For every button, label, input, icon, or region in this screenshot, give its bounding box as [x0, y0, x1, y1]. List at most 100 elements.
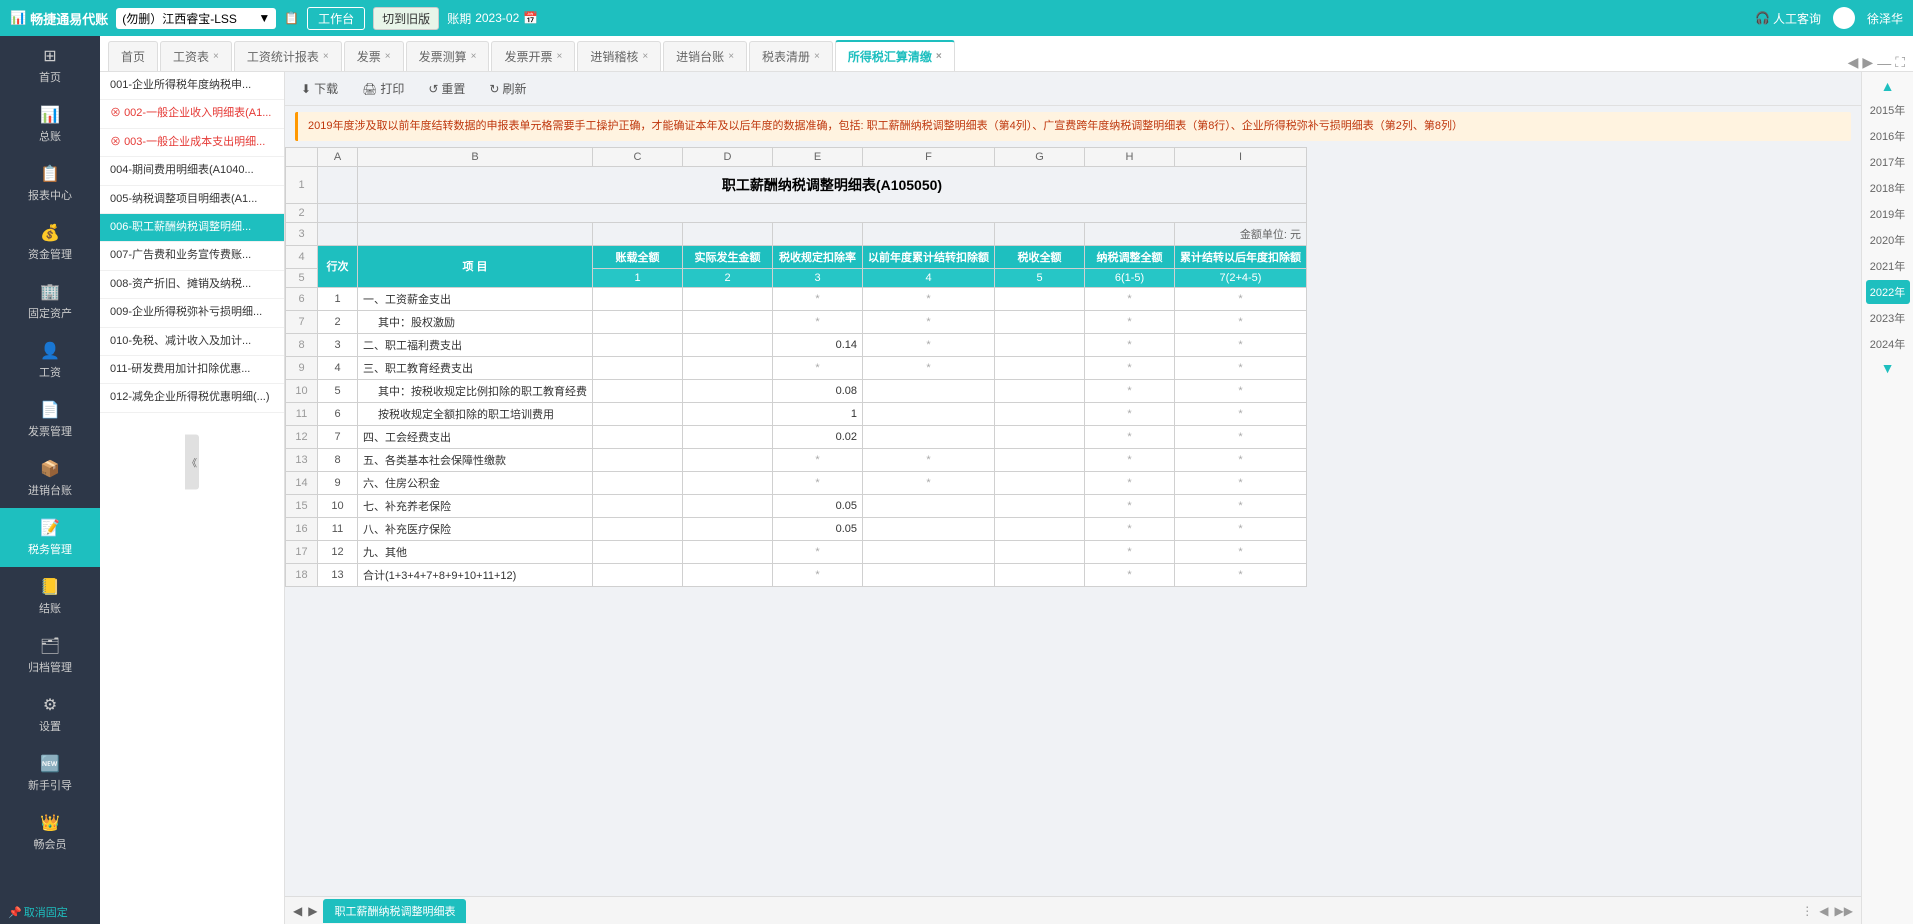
tab-tax-close[interactable]: × [814, 51, 820, 62]
sidebar-label-salary: 工资 [39, 364, 61, 380]
sheet-options-icon[interactable]: ⋮ [1801, 904, 1813, 918]
year-2022[interactable]: 2022年 [1866, 280, 1910, 304]
brand-icon: 📊 [10, 10, 26, 26]
year-2020[interactable]: 2020年 [1866, 228, 1910, 252]
download-button[interactable]: ⬇ 下载 [295, 78, 344, 99]
tab-ledger-close[interactable]: × [728, 51, 734, 62]
workbench-button[interactable]: 工作台 [307, 7, 365, 30]
sidebar-item-home[interactable]: ⊞ 首页 [0, 36, 100, 95]
header-f: 以前年度累计结转扣除额 [863, 245, 995, 268]
refresh-icon: ↻ [489, 82, 499, 96]
sidebar-item-guide[interactable]: 🆕 新手引导 [0, 744, 100, 803]
tab-salary-table[interactable]: 工资表 × [160, 41, 232, 71]
top-bar: 📊 畅捷通易代账 (勿删）江西睿宝-LSS ▼ 📋 工作台 切到旧版 账期 20… [0, 0, 1913, 36]
form-list-item-004[interactable]: 004-期间费用明细表(A1040... [100, 157, 284, 185]
print-button[interactable]: 🖨 打印 [356, 78, 410, 99]
prev-sheet-icon[interactable]: ◀ [293, 904, 302, 918]
form-list-item-010[interactable]: 010-免税、减计收入及加计... [100, 328, 284, 356]
sidebar-item-close[interactable]: 📒 结账 [0, 567, 100, 626]
sidebar-item-reports[interactable]: 📋 报表中心 [0, 154, 100, 213]
tab-next-icon[interactable]: ▶ [1862, 54, 1873, 71]
sheet-tab-active[interactable]: 职工薪酬纳税调整明细表 [323, 899, 466, 923]
sidebar-item-purchase-sales[interactable]: 📦 进销台账 [0, 449, 100, 508]
sidebar-item-settings[interactable]: ⚙ 设置 [0, 685, 100, 744]
cancel-fixed-button[interactable]: 📌 取消固定 [0, 900, 100, 924]
tab-ledger[interactable]: 进销台账 × [663, 41, 747, 71]
close-accounts-icon: 📒 [40, 577, 60, 597]
year-scroll-down[interactable]: ▼ [1879, 358, 1897, 378]
form-list-item-011[interactable]: 011-研发费用加计扣除优惠... [100, 356, 284, 384]
window-max-icon[interactable]: ⛶ [1895, 54, 1905, 71]
year-2015[interactable]: 2015年 [1866, 98, 1910, 122]
form-list-item-003[interactable]: 003-一般企业成本支出明细... [100, 129, 284, 157]
sidebar-item-archive[interactable]: 🗂 归档管理 [0, 626, 100, 685]
tab-tax-annual-label: 所得税汇算清缴 [848, 48, 932, 65]
tab-audit[interactable]: 进销稽核 × [577, 41, 661, 71]
tab-invoice-calc[interactable]: 发票测算 × [406, 41, 490, 71]
sidebar-item-invoice[interactable]: 📄 发票管理 [0, 390, 100, 449]
tab-salary-close[interactable]: × [213, 51, 219, 62]
reports-icon: 📋 [40, 164, 60, 184]
sidebar-item-funds[interactable]: 💰 资金管理 [0, 213, 100, 272]
col-A: A [318, 147, 358, 166]
form-list-item-009[interactable]: 009-企业所得税弥补亏损明细... [100, 299, 284, 327]
guide-icon: 🆕 [40, 754, 60, 774]
form-list-item-007[interactable]: 007-广告费和业务宣传费账... [100, 242, 284, 270]
year-2023[interactable]: 2023年 [1866, 306, 1910, 330]
col-C: C [593, 147, 683, 166]
sidebar-item-salary[interactable]: 👤 工资 [0, 331, 100, 390]
tab-invoice-open-close[interactable]: × [556, 51, 562, 62]
tab-invoice-open[interactable]: 发票开票 × [491, 41, 575, 71]
tab-invoice[interactable]: 发票 × [344, 41, 404, 71]
scroll-right-icon[interactable]: ▶▶ [1835, 904, 1853, 918]
form-list-item-002[interactable]: 002-一般企业收入明细表(A1... [100, 100, 284, 128]
form-list-item-006[interactable]: 006-职工薪酬纳税调整明细... [100, 214, 284, 242]
year-2018[interactable]: 2018年 [1866, 176, 1910, 200]
year-2019[interactable]: 2019年 [1866, 202, 1910, 226]
header-seq: 行次 [318, 245, 358, 287]
pin-icon: 📌 [8, 906, 22, 919]
sidebar-label-assets: 固定资产 [28, 305, 72, 321]
sidebar-item-tax[interactable]: 📝 税务管理 [0, 508, 100, 567]
tab-tax-annual[interactable]: 所得税汇算清缴 × [835, 40, 955, 71]
year-2016[interactable]: 2016年 [1866, 124, 1910, 148]
sidebar-label-close: 结账 [39, 600, 61, 616]
old-version-button[interactable]: 切到旧版 [373, 7, 439, 30]
refresh-button[interactable]: ↻ 刷新 [483, 78, 532, 99]
tab-salary-report[interactable]: 工资统计报表 × [234, 41, 342, 71]
header-e: 税收规定扣除率 [773, 245, 863, 268]
year-2017[interactable]: 2017年 [1866, 150, 1910, 174]
tab-tax-annual-close[interactable]: × [936, 51, 942, 62]
form-list-item-005[interactable]: 005-纳税调整项目明细表(A1... [100, 186, 284, 214]
user-name: 徐泽华 [1867, 10, 1903, 27]
window-min-icon[interactable]: — [1877, 55, 1891, 71]
panel-collapse-btn[interactable]: 《 [185, 435, 199, 490]
scroll-left-icon[interactable]: ◀ [1819, 904, 1828, 918]
grid-wrapper[interactable]: A B C D E F G H I [285, 147, 1861, 897]
tab-salary-report-close[interactable]: × [323, 51, 329, 62]
reset-button[interactable]: ↺ 重置 [422, 78, 471, 99]
year-2024[interactable]: 2024年 [1866, 332, 1910, 356]
form-list-item-008[interactable]: 008-资产折旧、摊销及纳税... [100, 271, 284, 299]
table-row: 7 2 其中：股权激励 * * * * [286, 310, 1307, 333]
next-sheet-icon[interactable]: ▶ [308, 904, 317, 918]
tab-prev-icon[interactable]: ◀ [1848, 54, 1859, 71]
sidebar-item-vip[interactable]: 👑 畅会员 [0, 803, 100, 862]
tab-invoice-close[interactable]: × [385, 51, 391, 62]
sidebar-item-ledger[interactable]: 📊 总账 [0, 95, 100, 154]
year-scroll-up[interactable]: ▲ [1879, 76, 1897, 96]
form-list-item-012[interactable]: 012-减免企业所得税优惠明细(...) [100, 384, 284, 412]
sheet-bottom-bar: ◀ ▶ 职工薪酬纳税调整明细表 ⋮ ◀ ▶▶ [285, 896, 1861, 924]
sidebar: ⊞ 首页 📊 总账 📋 报表中心 💰 资金管理 🏢 固定资产 👤 工资 📄 发票… [0, 36, 100, 924]
year-2021[interactable]: 2021年 [1866, 254, 1910, 278]
tab-audit-close[interactable]: × [642, 51, 648, 62]
form-list-item-001[interactable]: 001-企业所得税年度纳税申... [100, 72, 284, 100]
company-selector[interactable]: (勿删）江西睿宝-LSS ▼ [116, 8, 276, 29]
sidebar-item-assets[interactable]: 🏢 固定资产 [0, 272, 100, 331]
tab-home[interactable]: 首页 [108, 41, 158, 71]
support-btn[interactable]: 🎧 人工客询 [1755, 10, 1821, 27]
tab-invoice-calc-close[interactable]: × [471, 51, 477, 62]
tab-tax-table[interactable]: 税表清册 × [749, 41, 833, 71]
header-h: 纳税调整全额 [1085, 245, 1175, 268]
sub-header-c: 1 [593, 268, 683, 287]
